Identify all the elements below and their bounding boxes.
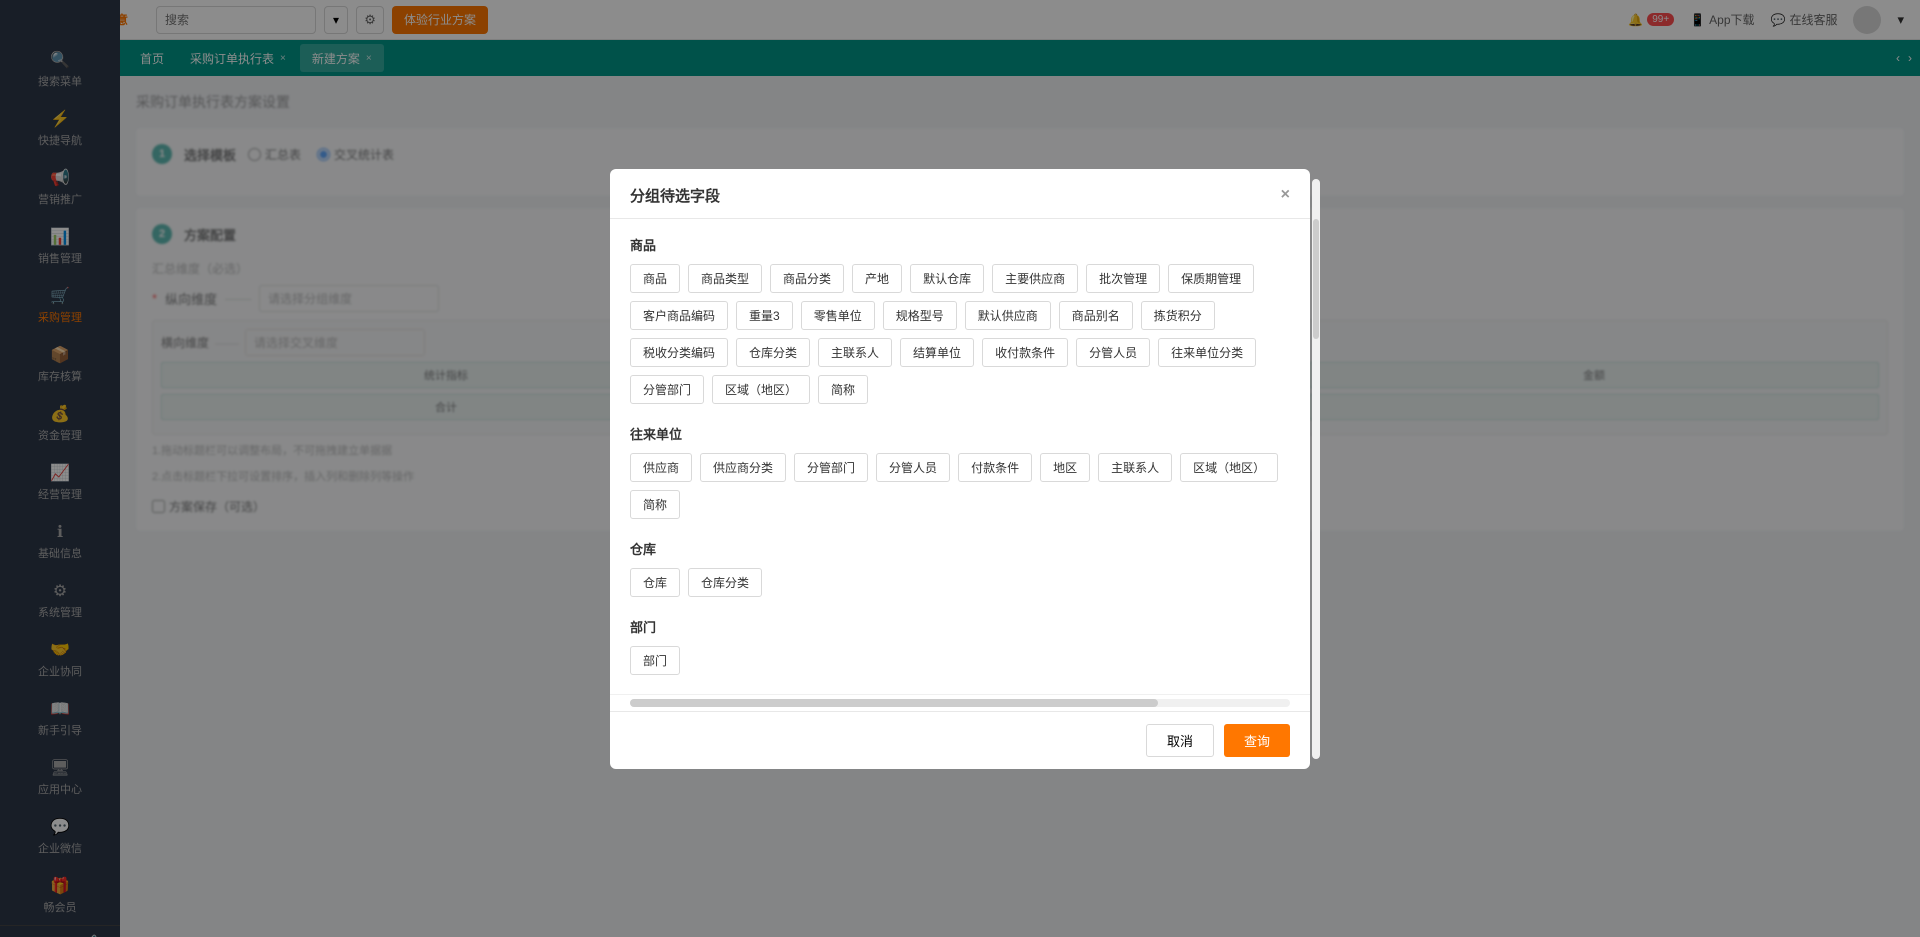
- field-tag[interactable]: 商品别名: [1059, 301, 1133, 330]
- field-tag[interactable]: 供应商分类: [700, 453, 786, 482]
- field-tag[interactable]: 零售单位: [801, 301, 875, 330]
- field-tag[interactable]: 简称: [818, 375, 868, 404]
- confirm-button[interactable]: 查询: [1224, 724, 1290, 757]
- field-tag[interactable]: 客户商品编码: [630, 301, 728, 330]
- modal-overlay: 分组待选字段 × 商品 商品 商品类型 商品分类 产地 默认仓库 主要供应商 批…: [0, 0, 1920, 937]
- modal-header: 分组待选字段 ×: [610, 169, 1310, 219]
- field-tag[interactable]: 往来单位分类: [1158, 338, 1256, 367]
- field-selection-modal: 分组待选字段 × 商品 商品 商品类型 商品分类 产地 默认仓库 主要供应商 批…: [610, 169, 1310, 769]
- field-tag[interactable]: 税收分类编码: [630, 338, 728, 367]
- modal-horizontal-scrollbar[interactable]: [630, 699, 1290, 707]
- field-tag[interactable]: 分管人员: [876, 453, 950, 482]
- modal-vertical-scrollbar[interactable]: [1312, 179, 1320, 759]
- cancel-button[interactable]: 取消: [1146, 724, 1214, 757]
- modal-scrollbar-area: [610, 694, 1310, 711]
- field-tag[interactable]: 主要供应商: [992, 264, 1078, 293]
- modal-close-button[interactable]: ×: [1281, 186, 1290, 204]
- section-department-title: 部门: [630, 617, 1290, 636]
- section-partner: 往来单位 供应商 供应商分类 分管部门 分管人员 付款条件 地区 主联系人 区域…: [630, 424, 1290, 519]
- modal-body: 商品 商品 商品类型 商品分类 产地 默认仓库 主要供应商 批次管理 保质期管理…: [610, 219, 1310, 694]
- field-tag[interactable]: 地区: [1040, 453, 1090, 482]
- field-tag[interactable]: 分管部门: [794, 453, 868, 482]
- modal-footer: 取消 查询: [610, 711, 1310, 769]
- section-department: 部门 部门: [630, 617, 1290, 675]
- field-tag[interactable]: 供应商: [630, 453, 692, 482]
- section-warehouse: 仓库 仓库 仓库分类: [630, 539, 1290, 597]
- field-tag[interactable]: 区域（地区）: [712, 375, 810, 404]
- field-tag[interactable]: 商品分类: [770, 264, 844, 293]
- field-tag[interactable]: 收付款条件: [982, 338, 1068, 367]
- field-tag[interactable]: 重量3: [736, 301, 793, 330]
- modal-scrollbar-thumb: [630, 699, 1158, 707]
- field-tag[interactable]: 默认仓库: [910, 264, 984, 293]
- section-goods: 商品 商品 商品类型 商品分类 产地 默认仓库 主要供应商 批次管理 保质期管理…: [630, 235, 1290, 404]
- field-tag[interactable]: 分管人员: [1076, 338, 1150, 367]
- field-tag[interactable]: 默认供应商: [965, 301, 1051, 330]
- field-tag[interactable]: 部门: [630, 646, 680, 675]
- field-tag[interactable]: 规格型号: [883, 301, 957, 330]
- field-tag[interactable]: 付款条件: [958, 453, 1032, 482]
- field-tag[interactable]: 区域（地区）: [1180, 453, 1278, 482]
- section-goods-title: 商品: [630, 235, 1290, 254]
- modal-title: 分组待选字段: [630, 185, 720, 206]
- field-tag[interactable]: 主联系人: [818, 338, 892, 367]
- vertical-scrollbar-thumb: [1313, 219, 1319, 339]
- field-tag[interactable]: 商品类型: [688, 264, 762, 293]
- field-tag[interactable]: 主联系人: [1098, 453, 1172, 482]
- field-tags-goods: 商品 商品类型 商品分类 产地 默认仓库 主要供应商 批次管理 保质期管理 客户…: [630, 264, 1290, 404]
- field-tag[interactable]: 产地: [852, 264, 902, 293]
- field-tag[interactable]: 仓库分类: [688, 568, 762, 597]
- field-tags-department: 部门: [630, 646, 1290, 675]
- section-partner-title: 往来单位: [630, 424, 1290, 443]
- field-tag[interactable]: 仓库: [630, 568, 680, 597]
- field-tag[interactable]: 仓库分类: [736, 338, 810, 367]
- field-tag[interactable]: 批次管理: [1086, 264, 1160, 293]
- field-tag[interactable]: 保质期管理: [1168, 264, 1254, 293]
- section-warehouse-title: 仓库: [630, 539, 1290, 558]
- field-tag[interactable]: 商品: [630, 264, 680, 293]
- field-tag[interactable]: 分管部门: [630, 375, 704, 404]
- field-tag[interactable]: 结算单位: [900, 338, 974, 367]
- field-tags-partner: 供应商 供应商分类 分管部门 分管人员 付款条件 地区 主联系人 区域（地区） …: [630, 453, 1290, 519]
- field-tag[interactable]: 简称: [630, 490, 680, 519]
- field-tags-warehouse: 仓库 仓库分类: [630, 568, 1290, 597]
- field-tag[interactable]: 拣货积分: [1141, 301, 1215, 330]
